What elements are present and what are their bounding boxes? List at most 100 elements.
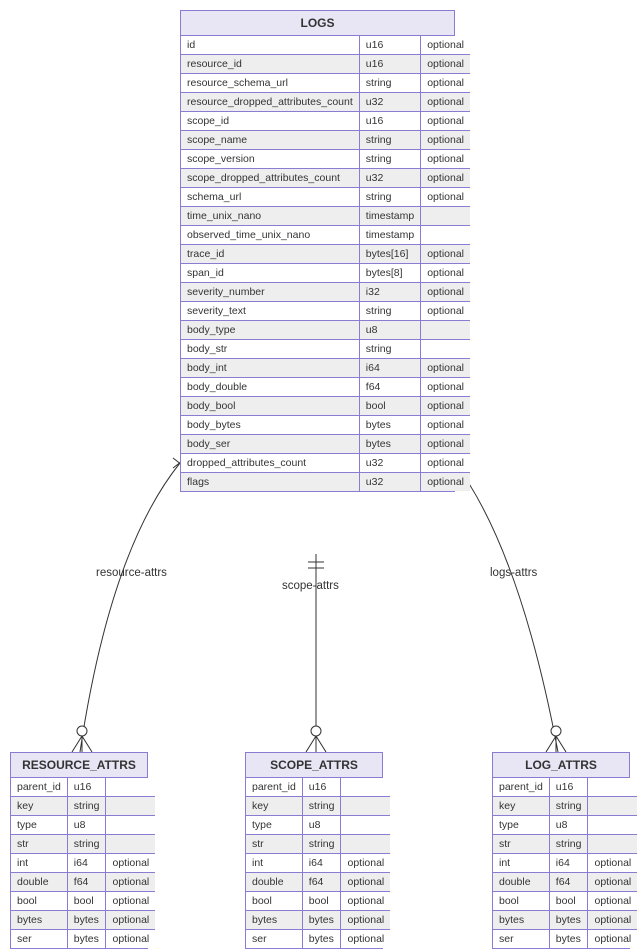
column-optional: optional: [106, 911, 155, 930]
column-name: time_unix_nano: [181, 207, 359, 226]
column-optional: optional: [421, 378, 470, 397]
table-row: bytesbytesoptional: [11, 911, 155, 930]
column-name: int: [11, 854, 67, 873]
table-row: keystring: [493, 797, 637, 816]
table-row: strstring: [11, 835, 155, 854]
column-name: ser: [11, 930, 67, 949]
table-row: scope_idu16optional: [181, 112, 470, 131]
entity-logs-title: LOGS: [181, 11, 454, 36]
column-optional: optional: [421, 55, 470, 74]
column-optional: optional: [421, 454, 470, 473]
table-row: schema_urlstringoptional: [181, 188, 470, 207]
column-name: type: [11, 816, 67, 835]
column-type: f64: [549, 873, 588, 892]
entity-logs: LOGS idu16optionalresource_idu16optional…: [180, 10, 455, 492]
column-type: bytes: [359, 435, 420, 454]
table-row: strstring: [493, 835, 637, 854]
column-name: double: [246, 873, 302, 892]
column-name: bytes: [493, 911, 549, 930]
column-type: i64: [302, 854, 341, 873]
table-row: body_doublef64optional: [181, 378, 470, 397]
column-name: schema_url: [181, 188, 359, 207]
relationship-label-scope-attrs: scope-attrs: [282, 580, 339, 592]
column-type: string: [359, 188, 420, 207]
table-row: body_boolbooloptional: [181, 397, 470, 416]
column-optional: optional: [421, 188, 470, 207]
table-row: scope_versionstringoptional: [181, 150, 470, 169]
column-optional: optional: [421, 302, 470, 321]
column-name: scope_version: [181, 150, 359, 169]
column-name: double: [11, 873, 67, 892]
table-row: flagsu32optional: [181, 473, 470, 492]
column-name: type: [493, 816, 549, 835]
column-type: u16: [549, 778, 588, 797]
table-row: dropped_attributes_countu32optional: [181, 454, 470, 473]
column-name: span_id: [181, 264, 359, 283]
table-row: parent_idu16: [246, 778, 390, 797]
table-row: severity_textstringoptional: [181, 302, 470, 321]
column-name: resource_schema_url: [181, 74, 359, 93]
entity-scope-attrs-columns: parent_idu16keystringtypeu8strstringinti…: [246, 778, 390, 948]
column-name: ser: [246, 930, 302, 949]
column-optional: [421, 340, 470, 359]
column-optional: [588, 835, 637, 854]
entity-log-attrs-columns: parent_idu16keystringtypeu8strstringinti…: [493, 778, 637, 948]
column-type: string: [67, 835, 106, 854]
column-name: severity_number: [181, 283, 359, 302]
column-optional: optional: [421, 473, 470, 492]
column-name: flags: [181, 473, 359, 492]
column-type: string: [67, 797, 106, 816]
table-row: inti64optional: [246, 854, 390, 873]
column-optional: optional: [341, 873, 390, 892]
entity-logs-columns: idu16optionalresource_idu16optionalresou…: [181, 36, 470, 491]
table-row: idu16optional: [181, 36, 470, 55]
column-type: i64: [549, 854, 588, 873]
column-name: parent_id: [246, 778, 302, 797]
column-name: parent_id: [11, 778, 67, 797]
column-name: double: [493, 873, 549, 892]
entity-resource-attrs-title: RESOURCE_ATTRS: [11, 753, 147, 778]
column-type: i64: [67, 854, 106, 873]
table-row: body_typeu8: [181, 321, 470, 340]
column-name: bytes: [11, 911, 67, 930]
column-name: body_type: [181, 321, 359, 340]
column-name: resource_id: [181, 55, 359, 74]
column-type: string: [359, 302, 420, 321]
column-type: string: [302, 835, 341, 854]
column-optional: optional: [421, 397, 470, 416]
column-optional: [421, 321, 470, 340]
column-name: body_int: [181, 359, 359, 378]
table-row: typeu8: [11, 816, 155, 835]
column-type: u16: [359, 36, 420, 55]
column-optional: [341, 797, 390, 816]
column-type: u8: [549, 816, 588, 835]
column-name: parent_id: [493, 778, 549, 797]
column-name: ser: [493, 930, 549, 949]
column-type: u16: [67, 778, 106, 797]
column-optional: optional: [588, 930, 637, 949]
table-row: inti64optional: [493, 854, 637, 873]
column-optional: optional: [421, 36, 470, 55]
column-name: type: [246, 816, 302, 835]
column-type: u16: [302, 778, 341, 797]
column-name: int: [493, 854, 549, 873]
column-optional: [341, 835, 390, 854]
column-type: i64: [359, 359, 420, 378]
column-type: string: [359, 131, 420, 150]
table-row: body_serbytesoptional: [181, 435, 470, 454]
table-row: span_idbytes[8]optional: [181, 264, 470, 283]
table-row: resource_schema_urlstringoptional: [181, 74, 470, 93]
table-row: parent_idu16: [11, 778, 155, 797]
table-row: body_inti64optional: [181, 359, 470, 378]
column-optional: [588, 816, 637, 835]
table-row: typeu8: [493, 816, 637, 835]
column-optional: [421, 226, 470, 245]
column-type: bytes: [302, 930, 341, 949]
column-optional: [341, 778, 390, 797]
column-name: id: [181, 36, 359, 55]
column-name: scope_dropped_attributes_count: [181, 169, 359, 188]
column-optional: optional: [421, 264, 470, 283]
column-type: f64: [359, 378, 420, 397]
column-type: i32: [359, 283, 420, 302]
column-type: string: [359, 150, 420, 169]
